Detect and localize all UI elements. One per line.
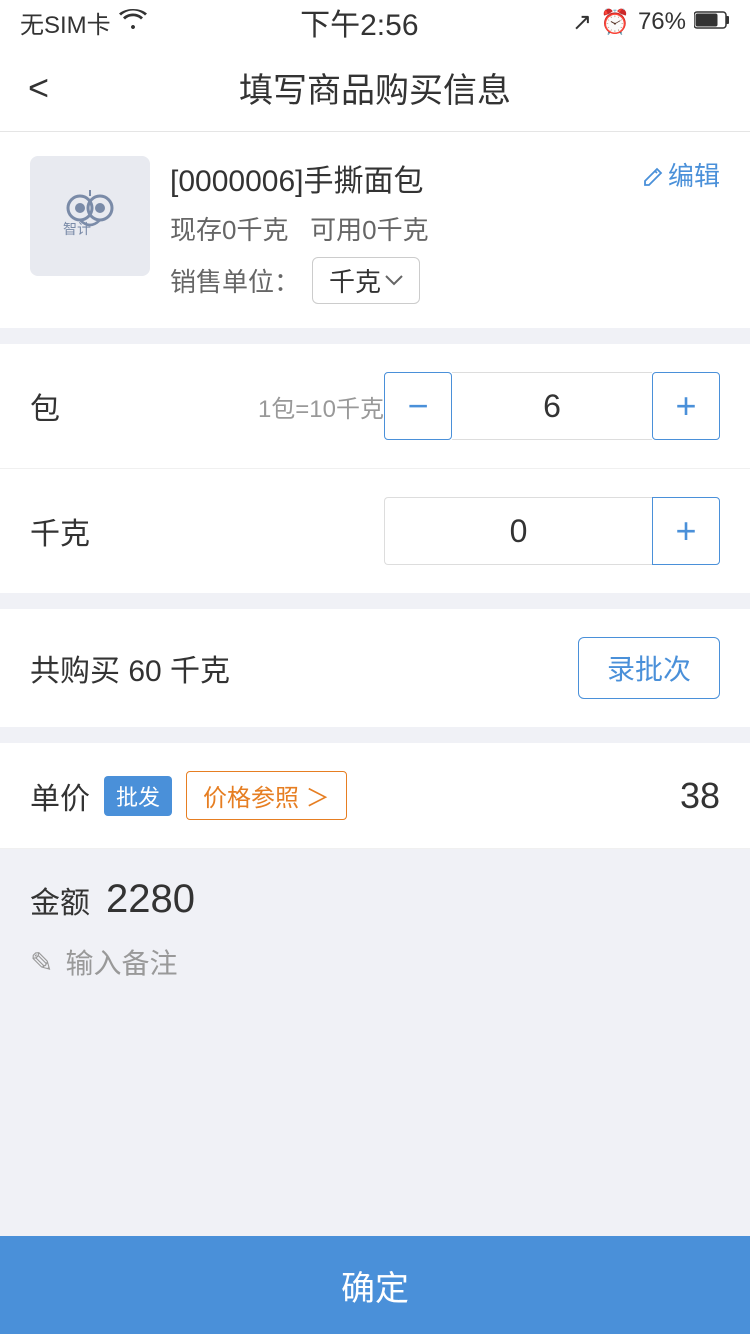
alarm-icon: ⏰ bbox=[600, 8, 630, 37]
batch-button[interactable]: 录批次 bbox=[578, 637, 720, 699]
battery-text: 76% bbox=[638, 8, 686, 36]
note-placeholder: 输入备注 bbox=[65, 942, 177, 982]
amount-section: 金额 2280 ✎ 输入备注 bbox=[0, 849, 750, 1002]
note-icon: ✎ bbox=[30, 946, 53, 979]
bag-hint: 1包=10千克 bbox=[258, 389, 384, 424]
unit-select[interactable]: 千克 bbox=[312, 257, 420, 304]
carrier-text: 无SIM卡 bbox=[20, 5, 111, 40]
product-logo-icon: 智计 bbox=[55, 186, 125, 246]
amount-value: 2280 bbox=[106, 877, 195, 922]
product-image: 智计 bbox=[30, 156, 150, 276]
quantity-section: 包 1包=10千克 − + 千克 + bbox=[0, 344, 750, 593]
back-button[interactable]: < bbox=[28, 67, 49, 109]
bag-increment-button[interactable]: + bbox=[652, 372, 720, 440]
location-icon: ↗ bbox=[572, 8, 592, 37]
product-name: [0000006]手撕面包 bbox=[170, 156, 642, 200]
kg-quantity-controls: + bbox=[384, 497, 720, 565]
status-right: ↗ ⏰ 76% bbox=[572, 8, 730, 37]
product-info: [0000006]手撕面包 编辑 现存0千克 可用0千克 销售单位： 千克 bbox=[170, 156, 720, 304]
nav-bar: < 填写商品购买信息 bbox=[0, 44, 750, 132]
kg-quantity-input[interactable] bbox=[384, 497, 652, 565]
price-reference-button[interactable]: 价格参照 ＞ bbox=[186, 771, 347, 820]
product-stock: 现存0千克 可用0千克 bbox=[170, 210, 720, 247]
note-row[interactable]: ✎ 输入备注 bbox=[30, 942, 720, 982]
kg-quantity-row: 千克 + bbox=[0, 469, 750, 593]
bag-decrement-button[interactable]: − bbox=[384, 372, 452, 440]
svg-text:智计: 智计 bbox=[63, 221, 91, 236]
kg-increment-button[interactable]: + bbox=[652, 497, 720, 565]
status-bar: 无SIM卡 下午2:56 ↗ ⏰ 76% bbox=[0, 0, 750, 44]
product-unit-row: 销售单位： 千克 bbox=[170, 257, 720, 304]
battery-icon bbox=[694, 8, 730, 36]
amount-row: 金额 2280 bbox=[30, 877, 720, 922]
price-row: 单价 批发 价格参照 ＞ 38 bbox=[30, 771, 720, 820]
price-label: 单价 bbox=[30, 774, 90, 818]
bag-quantity-row: 包 1包=10千克 − + bbox=[0, 344, 750, 469]
summary-text: 共购买 60 千克 bbox=[30, 646, 230, 690]
status-left: 无SIM卡 bbox=[20, 5, 147, 40]
price-value: 38 bbox=[680, 775, 720, 817]
price-section: 单价 批发 价格参照 ＞ 38 bbox=[0, 743, 750, 849]
wifi-icon bbox=[119, 8, 147, 36]
bag-quantity-input[interactable] bbox=[452, 372, 652, 440]
summary-row: 共购买 60 千克 录批次 bbox=[0, 609, 750, 727]
product-card: 智计 [0000006]手撕面包 编辑 现存0千克 可用0千克 销售单位： 千克 bbox=[0, 132, 750, 328]
status-time: 下午2:56 bbox=[300, 0, 418, 44]
price-type-badge: 批发 bbox=[104, 776, 172, 816]
confirm-button[interactable]: 确定 bbox=[0, 1236, 750, 1334]
amount-label: 金额 bbox=[30, 878, 90, 922]
bag-quantity-controls: − + bbox=[384, 372, 720, 440]
price-left: 单价 批发 价格参照 ＞ bbox=[30, 771, 347, 820]
kg-label: 千克 bbox=[30, 509, 384, 553]
page-title: 填写商品购买信息 bbox=[239, 63, 511, 112]
edit-button[interactable]: 编辑 bbox=[642, 156, 720, 193]
bag-label: 包 bbox=[30, 384, 246, 428]
